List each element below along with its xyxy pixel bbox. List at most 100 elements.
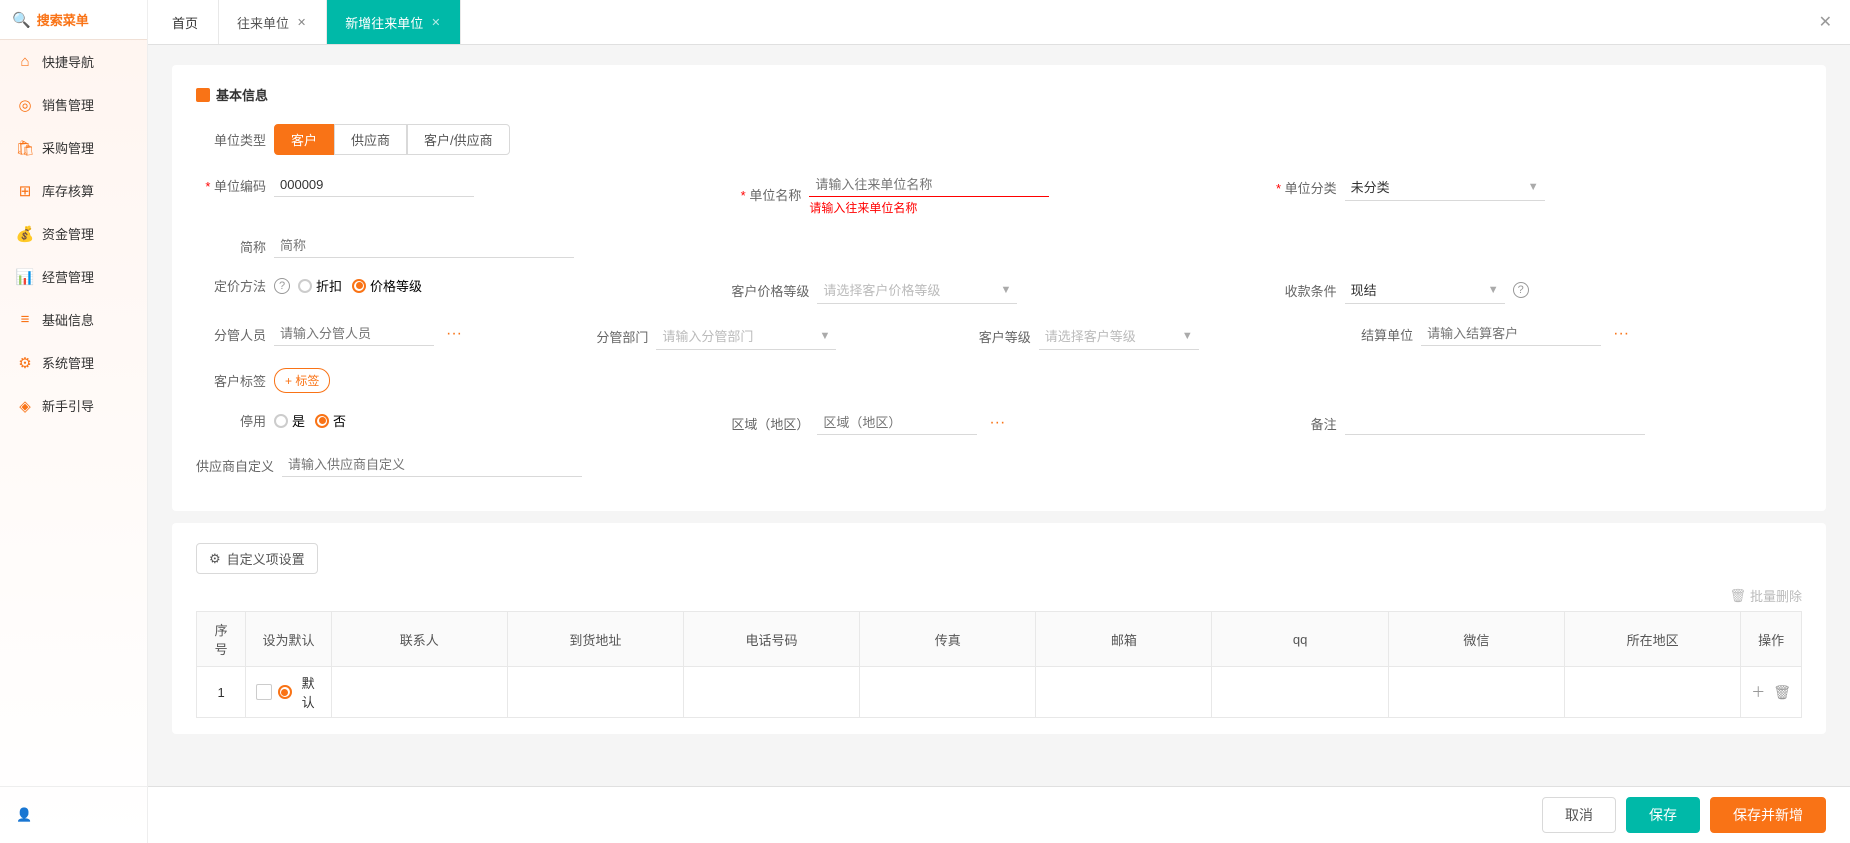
address-input[interactable] bbox=[518, 685, 673, 700]
sidebar-item-system[interactable]: ⚙ 系统管理 bbox=[0, 341, 147, 384]
email-input[interactable] bbox=[1046, 685, 1201, 700]
sidebar-bottom-left[interactable]: 👤 bbox=[0, 795, 147, 835]
unit-type-label: 单位类型 bbox=[196, 130, 266, 149]
customer-price-level-label: 客户价格等级 bbox=[731, 281, 809, 300]
row-actions: ＋ 🗑 bbox=[1751, 682, 1791, 702]
customer-price-level-select[interactable]: 请选择客户价格等级 ▼ bbox=[817, 276, 1017, 304]
tab-home-label: 首页 bbox=[172, 13, 198, 32]
batch-delete-label[interactable]: 批量删除 bbox=[1750, 586, 1802, 605]
col-wechat: 微信 bbox=[1388, 612, 1564, 667]
system-icon: ⚙ bbox=[16, 354, 34, 372]
custom-settings-button[interactable]: ⚙ 自定义项设置 bbox=[196, 543, 318, 574]
tab-home[interactable]: 首页 bbox=[152, 0, 219, 44]
customer-level-select[interactable]: 请选择客户等级 ▼ bbox=[1039, 322, 1199, 350]
tab-counterparty-label: 往来单位 bbox=[237, 13, 289, 32]
add-row-icon[interactable]: ＋ bbox=[1751, 682, 1765, 702]
yes-radio[interactable] bbox=[274, 414, 288, 428]
tab-counterparty[interactable]: 往来单位 ✕ bbox=[219, 0, 327, 44]
default-radio[interactable] bbox=[278, 685, 292, 699]
col-contact: 联系人 bbox=[331, 612, 507, 667]
sidebar-item-quick-nav[interactable]: ⌂ 快捷导航 bbox=[0, 40, 147, 83]
save-new-button[interactable]: 保存并新增 bbox=[1710, 797, 1826, 833]
cell-email bbox=[1036, 667, 1212, 718]
sidebar: 🔍 搜索菜单 ⌂ 快捷导航 ◎ 销售管理 🛍 采购管理 ⊞ 库存核算 💰 资金管… bbox=[0, 0, 148, 843]
customer-tag-field: 客户标签 + 标签 bbox=[196, 368, 1802, 393]
disabled-label: 停用 bbox=[196, 411, 266, 430]
batch-delete-area: 🗑 批量删除 bbox=[196, 586, 1802, 605]
sidebar-search[interactable]: 🔍 搜索菜单 bbox=[0, 0, 147, 40]
discount-radio[interactable] bbox=[298, 279, 312, 293]
add-tag-button[interactable]: + 标签 bbox=[274, 368, 330, 393]
tab-new-counterparty-close[interactable]: ✕ bbox=[429, 14, 442, 31]
phone-input[interactable] bbox=[694, 685, 849, 700]
sales-icon: ◎ bbox=[16, 96, 34, 114]
unit-type-both[interactable]: 客户/供应商 bbox=[407, 124, 510, 155]
cell-address bbox=[507, 667, 683, 718]
department-field: 分管部门 请输入分管部门 ▼ bbox=[578, 322, 960, 350]
sidebar-item-label: 新手引导 bbox=[42, 396, 94, 415]
short-name-input[interactable] bbox=[274, 234, 574, 258]
price-level-radio[interactable] bbox=[352, 279, 366, 293]
payment-terms-select[interactable]: 现结 ▼ bbox=[1345, 276, 1505, 304]
yes-label: 是 bbox=[292, 411, 305, 430]
remark-input[interactable] bbox=[1345, 411, 1645, 435]
unit-code-input[interactable] bbox=[274, 173, 474, 197]
payment-terms-field: 收款条件 现结 ▼ ? bbox=[1267, 276, 1802, 304]
sidebar-item-basic[interactable]: ≡ 基础信息 bbox=[0, 298, 147, 341]
sidebar-item-inventory[interactable]: ⊞ 库存核算 bbox=[0, 169, 147, 212]
supplier-custom-input[interactable] bbox=[282, 453, 582, 477]
disabled-yes[interactable]: 是 bbox=[274, 411, 305, 430]
customer-price-level-field: 客户价格等级 请选择客户价格等级 ▼ bbox=[731, 276, 1266, 304]
pricing-method-label: 定价方法 bbox=[196, 276, 266, 295]
tab-counterparty-close[interactable]: ✕ bbox=[295, 14, 308, 31]
payment-terms-help-icon[interactable]: ? bbox=[1513, 282, 1529, 298]
unit-type-supplier[interactable]: 供应商 bbox=[334, 124, 407, 155]
gear-icon: ⚙ bbox=[209, 551, 221, 567]
department-select[interactable]: 请输入分管部门 ▼ bbox=[656, 322, 836, 350]
supplier-custom-label: 供应商自定义 bbox=[196, 456, 274, 475]
pricing-discount[interactable]: 折扣 bbox=[298, 276, 342, 295]
area-table-input[interactable] bbox=[1575, 685, 1730, 700]
row-checkbox[interactable] bbox=[256, 684, 272, 700]
unit-category-label: 单位分类 bbox=[1267, 178, 1337, 197]
save-button[interactable]: 保存 bbox=[1626, 797, 1700, 833]
col-phone: 电话号码 bbox=[683, 612, 859, 667]
search-icon: 🔍 bbox=[12, 11, 31, 29]
delete-row-icon[interactable]: 🗑 bbox=[1773, 684, 1791, 701]
default-radio-item[interactable]: 默认 bbox=[278, 673, 321, 711]
cell-contact bbox=[331, 667, 507, 718]
tab-bar: 首页 往来单位 ✕ 新增往来单位 ✕ ✕ bbox=[148, 0, 1850, 45]
inventory-icon: ⊞ bbox=[16, 182, 34, 200]
unit-name-input-wrapper: 请输入往来单位名称 bbox=[809, 173, 1049, 216]
manager-input[interactable] bbox=[274, 322, 434, 346]
unit-type-customer[interactable]: 客户 bbox=[274, 124, 334, 155]
pricing-level[interactable]: 价格等级 bbox=[352, 276, 422, 295]
area-more-btn[interactable]: ··· bbox=[985, 414, 1009, 432]
cell-wechat bbox=[1388, 667, 1564, 718]
qq-input[interactable] bbox=[1222, 685, 1377, 700]
pricing-help-icon[interactable]: ? bbox=[274, 278, 290, 294]
tab-new-counterparty[interactable]: 新增往来单位 ✕ bbox=[327, 0, 461, 44]
settlement-unit-label: 结算单位 bbox=[1343, 325, 1413, 344]
settlement-unit-input[interactable] bbox=[1421, 322, 1601, 346]
sidebar-item-purchase[interactable]: 🛍 采购管理 bbox=[0, 126, 147, 169]
settlement-more-btn[interactable]: ··· bbox=[1609, 325, 1633, 343]
unit-category-select[interactable]: 未分类 ▼ bbox=[1345, 173, 1545, 201]
sidebar-item-operations[interactable]: 📊 经营管理 bbox=[0, 255, 147, 298]
sidebar-item-sales[interactable]: ◎ 销售管理 bbox=[0, 83, 147, 126]
unit-name-input[interactable] bbox=[809, 173, 1049, 197]
window-close-button[interactable]: ✕ bbox=[1805, 12, 1846, 32]
disabled-no[interactable]: 否 bbox=[315, 411, 346, 430]
area-input[interactable] bbox=[817, 411, 977, 435]
no-radio[interactable] bbox=[315, 414, 329, 428]
customer-price-level-placeholder: 请选择客户价格等级 bbox=[823, 280, 996, 299]
table-row: 1 默认 bbox=[197, 667, 1802, 718]
wechat-input[interactable] bbox=[1399, 685, 1554, 700]
manager-more-btn[interactable]: ··· bbox=[442, 325, 466, 343]
sidebar-item-finance[interactable]: 💰 资金管理 bbox=[0, 212, 147, 255]
col-no: 序号 bbox=[197, 612, 246, 667]
sidebar-item-guide[interactable]: ◈ 新手引导 bbox=[0, 384, 147, 427]
fax-input[interactable] bbox=[870, 685, 1025, 700]
cancel-button[interactable]: 取消 bbox=[1542, 797, 1616, 833]
contact-input[interactable] bbox=[342, 685, 497, 700]
